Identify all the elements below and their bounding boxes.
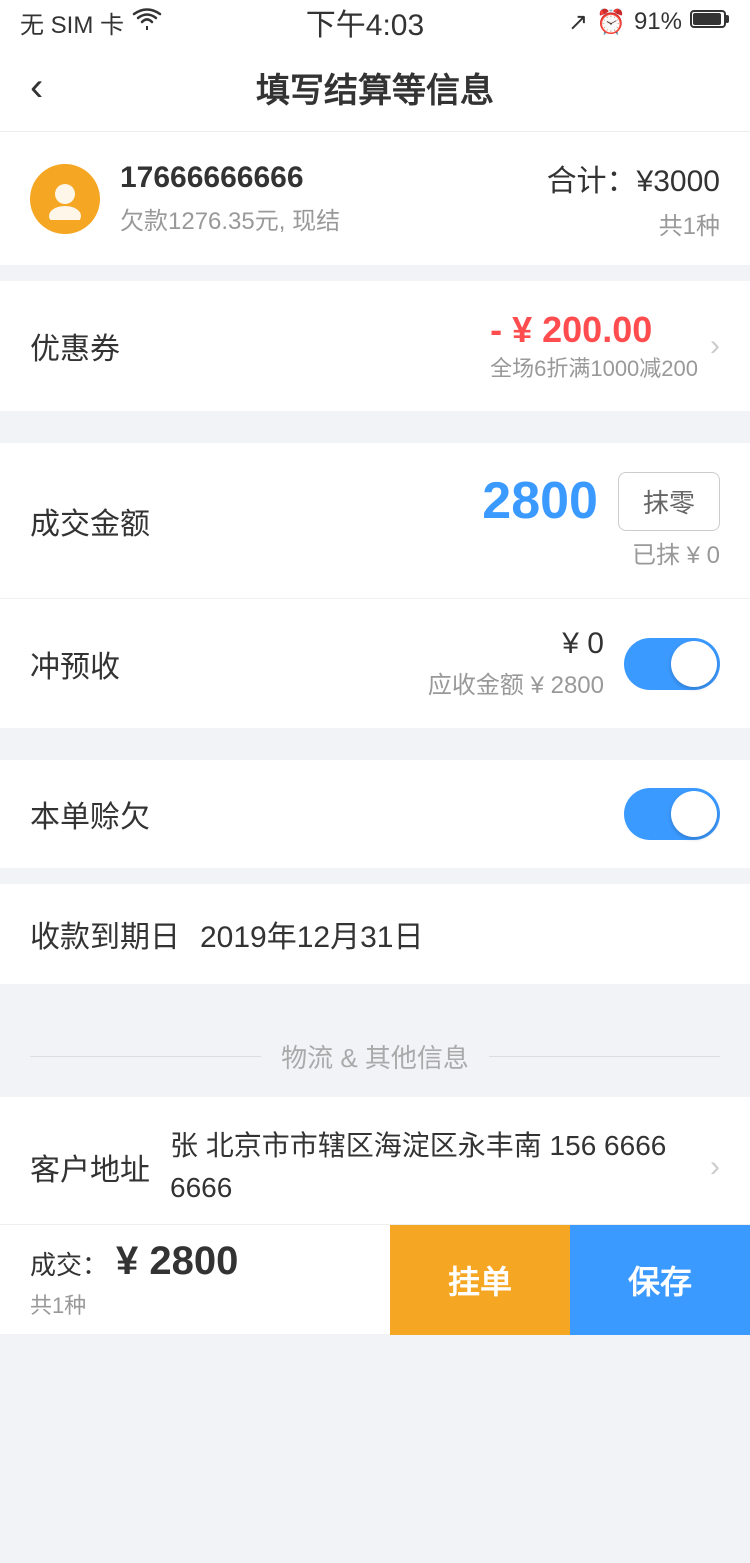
customer-sub: 欠款1276.35元, 现结 (120, 201, 340, 236)
address-value: 张 北京市市辖区海淀区永丰南 156 6666 6666 (150, 1125, 710, 1209)
bottom-summary: 成交： ¥ 2800 共1种 (0, 1239, 390, 1320)
round-button[interactable]: 抹零 (618, 472, 720, 531)
amount-label: 成交金额 (30, 499, 150, 543)
debt-label: 本单赊欠 (30, 792, 150, 836)
customer-count: 共1种 (547, 206, 720, 241)
save-button[interactable]: 保存 (570, 1225, 750, 1335)
status-bar: 无 SIM 卡 下午4:03 ↗ ⏰ 91% (0, 0, 750, 44)
status-right: ↗ ⏰ 91% (568, 8, 730, 37)
content-area: 17666666666 欠款1276.35元, 现结 合计：¥3000 共1种 … (0, 132, 750, 1563)
nav-bar: ‹ 填写结算等信息 (0, 44, 750, 132)
logistics-header: 物流 & 其他信息 (0, 1016, 750, 1097)
address-label: 客户地址 (30, 1145, 150, 1189)
prepay-toggle[interactable] (624, 638, 720, 690)
due-date-label: 收款到期日 (30, 912, 180, 956)
prepay-right: ¥ 0 应收金额 ¥ 2800 (428, 627, 720, 700)
coupon-right: - ¥ 200.00 全场6折满1000减200 › (490, 309, 720, 383)
divider-3 (0, 1000, 750, 1016)
logistics-line-left (30, 1056, 261, 1057)
coupon-chevron-icon: › (710, 329, 720, 363)
prepay-info: ¥ 0 应收金额 ¥ 2800 (428, 627, 604, 700)
battery-icon (690, 8, 730, 36)
back-button[interactable]: ‹ (30, 65, 43, 110)
coupon-discount: - ¥ 200.00 (490, 309, 698, 351)
customer-left: 17666666666 欠款1276.35元, 现结 (30, 161, 340, 236)
avatar (30, 164, 100, 234)
hang-button[interactable]: 挂单 (390, 1225, 570, 1335)
logistics-text: 物流 & 其他信息 (281, 1038, 469, 1075)
bottom-amount: ¥ 2800 (116, 1239, 238, 1284)
customer-total: 合计：¥3000 (547, 156, 720, 200)
sim-text: 无 SIM 卡 (20, 5, 124, 40)
status-left: 无 SIM 卡 (20, 5, 162, 40)
customer-phone: 17666666666 (120, 161, 340, 195)
wifi-icon (132, 8, 162, 37)
prepay-value: ¥ 0 (428, 627, 604, 661)
amount-section: 成交金额 2800 抹零 已抹 ¥ 0 冲预收 ¥ 0 应收金额 ¥ 2800 (0, 443, 750, 728)
debt-row: 本单赊欠 (0, 760, 750, 868)
due-date-row: 收款到期日 2019年12月31日 (0, 884, 750, 984)
bottom-count: 共1种 (30, 1288, 360, 1320)
customer-right: 合计：¥3000 共1种 (547, 156, 720, 241)
logistics-line-right (489, 1056, 720, 1057)
coupon-row[interactable]: 优惠券 - ¥ 200.00 全场6折满1000减200 › (0, 281, 750, 411)
alarm-icon: ⏰ (596, 8, 626, 37)
status-time: 下午4:03 (306, 0, 424, 44)
divider-1 (0, 427, 750, 443)
location-icon: ↗ (568, 8, 588, 37)
prepay-row: 冲预收 ¥ 0 应收金额 ¥ 2800 (0, 598, 750, 728)
customer-info: 17666666666 欠款1276.35元, 现结 (120, 161, 340, 236)
page-title: 填写结算等信息 (256, 63, 494, 112)
amount-row: 成交金额 2800 抹零 已抹 ¥ 0 (0, 443, 750, 598)
amount-sub: 已抹 ¥ 0 (482, 535, 720, 570)
customer-card: 17666666666 欠款1276.35元, 现结 合计：¥3000 共1种 (0, 132, 750, 265)
prepay-label: 冲预收 (30, 642, 120, 686)
bottom-label: 成交： (30, 1245, 108, 1282)
coupon-description: 全场6折满1000减200 (490, 351, 698, 383)
address-row[interactable]: 客户地址 张 北京市市辖区海淀区永丰南 156 6666 6666 › (0, 1097, 750, 1237)
divider-2 (0, 744, 750, 760)
debt-toggle-knob (671, 791, 717, 837)
toggle-knob (671, 641, 717, 687)
bottom-bar: 成交： ¥ 2800 共1种 挂单 保存 (0, 1224, 750, 1334)
prepay-sub: 应收金额 ¥ 2800 (428, 665, 604, 700)
bottom-total-row: 成交： ¥ 2800 (30, 1239, 360, 1284)
amount-right: 2800 抹零 (482, 471, 720, 531)
address-chevron-icon: › (710, 1150, 720, 1184)
coupon-label: 优惠券 (30, 324, 120, 368)
due-date-value: 2019年12月31日 (200, 912, 423, 956)
battery-text: 91% (634, 8, 682, 36)
amount-value: 2800 (482, 471, 598, 531)
debt-toggle[interactable] (624, 788, 720, 840)
